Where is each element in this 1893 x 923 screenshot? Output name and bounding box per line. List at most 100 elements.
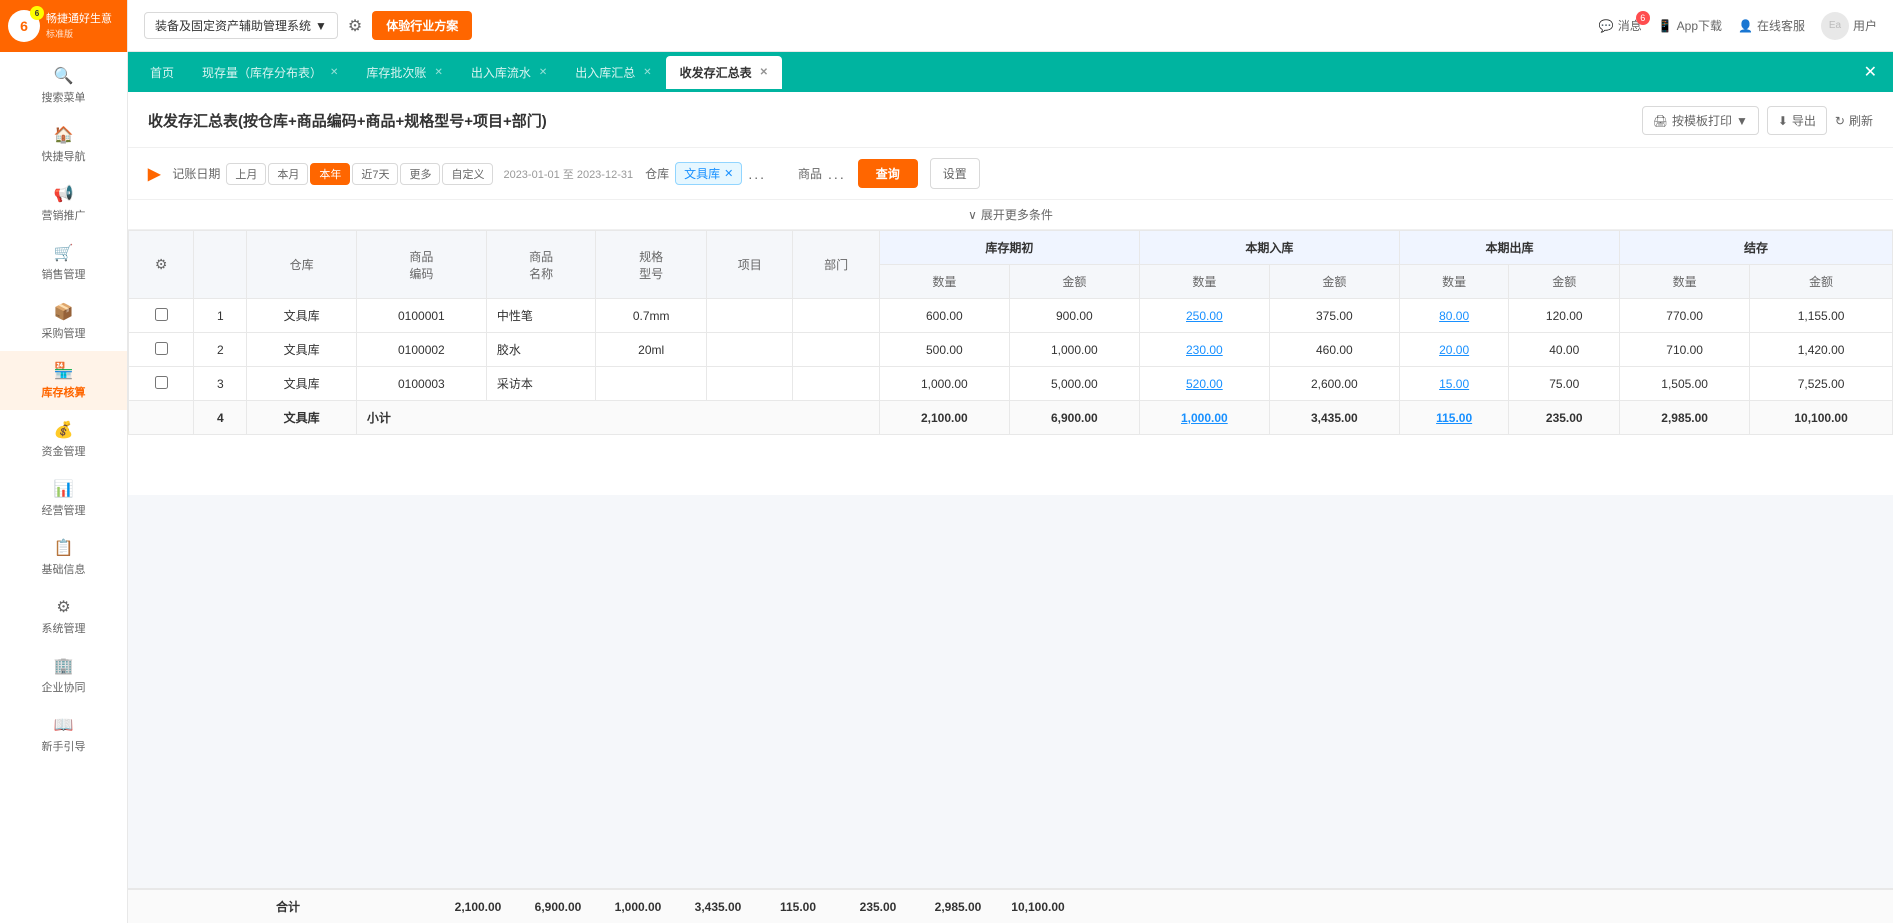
footer-label: 合计 [138, 898, 438, 915]
row-out-qty[interactable]: 20.00 [1399, 333, 1509, 367]
sidebar-item-quick[interactable]: 🏠 快捷导航 [0, 115, 127, 174]
col-sub-bal-qty: 数量 [1620, 265, 1750, 299]
date-btn-custom[interactable]: 自定义 [442, 163, 493, 185]
subtotal-out-qty[interactable]: 115.00 [1399, 401, 1509, 435]
export-button[interactable]: ⬇ 导出 [1767, 106, 1827, 135]
row-checkbox[interactable] [155, 342, 168, 355]
col-sub-out-amt: 金额 [1509, 265, 1620, 299]
row-in-qty[interactable]: 250.00 [1139, 299, 1269, 333]
sidebar-item-system[interactable]: ⚙ 系统管理 [0, 587, 127, 646]
service-icon: 👤 [1738, 19, 1753, 33]
system-title: 装备及固定资产辅助管理系统 [155, 17, 311, 34]
sidebar-item-inventory[interactable]: 🏪 库存核算 [0, 351, 127, 410]
sidebar-item-search[interactable]: 🔍 搜索菜单 [0, 56, 127, 115]
user-button[interactable]: Ea 用户 [1821, 12, 1877, 40]
refresh-button[interactable]: ↻ 刷新 [1835, 112, 1873, 129]
col-header-spec: 规格型号 [596, 231, 707, 299]
date-btn-more[interactable]: 更多 [400, 163, 440, 185]
warehouse-tag-value: 文具库 [684, 165, 720, 182]
sidebar-item-purchase[interactable]: 📦 采购管理 [0, 292, 127, 351]
date-btn-this-year[interactable]: 本年 [310, 163, 350, 185]
tab-batch[interactable]: 库存批次账 ✕ [352, 56, 456, 89]
sidebar-nav: 🔍 搜索菜单 🏠 快捷导航 📢 营销推广 🛒 销售管理 📦 采购管理 🏪 库存核… [0, 52, 127, 923]
tab-home[interactable]: 首页 [136, 56, 188, 89]
warehouse-ellipsis[interactable]: ... [748, 166, 766, 182]
query-button[interactable]: 查询 [858, 159, 918, 188]
tab-stock-summary[interactable]: 收发存汇总表 ✕ [666, 56, 782, 89]
goods-ellipsis[interactable]: ... [828, 166, 846, 182]
subtotal-warehouse: 文具库 [247, 401, 356, 435]
message-button[interactable]: 💬 消息 6 [1599, 17, 1642, 34]
row-checkbox[interactable] [155, 376, 168, 389]
filter-settings-button[interactable]: 设置 [930, 158, 980, 189]
sidebar-item-operation[interactable]: 📊 经营管理 [0, 469, 127, 528]
goods-label: 商品 [798, 165, 822, 182]
warehouse-tag-close[interactable]: ✕ [724, 167, 733, 180]
tab-inout-flow-close[interactable]: ✕ [539, 67, 547, 78]
settings-icon-topbar[interactable]: ⚙ [348, 16, 362, 36]
guide-icon: 📖 [54, 715, 74, 735]
row-checkbox-cell[interactable] [129, 333, 194, 367]
date-btn-last-month[interactable]: 上月 [226, 163, 266, 185]
row-code: 0100002 [356, 333, 486, 367]
logo-text-block: 畅捷通好生意 标准版 [46, 12, 112, 40]
main-area: 装备及固定资产辅助管理系统 ▼ ⚙ 体验行业方案 💬 消息 6 📱 App下载 … [128, 0, 1893, 923]
message-badge: 6 [1636, 11, 1650, 25]
sidebar-item-marketing[interactable]: 📢 营销推广 [0, 174, 127, 233]
row-in-qty[interactable]: 520.00 [1139, 367, 1269, 401]
subtotal-label: 小计 [356, 401, 879, 435]
row-in-amt: 460.00 [1269, 333, 1399, 367]
sidebar-item-basic-label: 基础信息 [42, 561, 86, 577]
row-checkbox-cell[interactable] [129, 299, 194, 333]
tab-stock-summary-close[interactable]: ✕ [760, 67, 768, 78]
row-dept [793, 367, 879, 401]
col-header-index [194, 231, 247, 299]
row-index: 2 [194, 333, 247, 367]
gear-icon[interactable]: ⚙ [155, 256, 168, 272]
sidebar-item-basic[interactable]: 📋 基础信息 [0, 528, 127, 587]
message-icon: 💬 [1599, 19, 1614, 33]
row-in-qty[interactable]: 230.00 [1139, 333, 1269, 367]
sidebar-item-finance[interactable]: 💰 资金管理 [0, 410, 127, 469]
sidebar-item-guide[interactable]: 📖 新手引导 [0, 705, 127, 764]
app-download-button[interactable]: 📱 App下载 [1658, 17, 1722, 34]
date-btn-this-month[interactable]: 本月 [268, 163, 308, 185]
date-btn-7days[interactable]: 近7天 [352, 163, 398, 185]
tab-bar: 首页 现存量（库存分布表） ✕ 库存批次账 ✕ 出入库流水 ✕ 出入库汇总 ✕ … [128, 52, 1893, 92]
row-out-qty[interactable]: 15.00 [1399, 367, 1509, 401]
tab-inventory-close[interactable]: ✕ [330, 67, 338, 78]
row-checkbox[interactable] [155, 308, 168, 321]
tab-inout-summary[interactable]: 出入库汇总 ✕ [561, 56, 665, 89]
col-header-warehouse: 仓库 [247, 231, 356, 299]
row-out-qty[interactable]: 80.00 [1399, 299, 1509, 333]
sidebar-item-enterprise[interactable]: 🏢 企业协同 [0, 646, 127, 705]
filter-area: ▶ 记账日期 上月 本月 本年 近7天 更多 自定义 2023-01-01 至 … [128, 148, 1893, 200]
tab-inventory[interactable]: 现存量（库存分布表） ✕ [188, 56, 352, 89]
footer-open-amt: 6,900.00 [518, 900, 598, 914]
sidebar-item-sales[interactable]: 🛒 销售管理 [0, 233, 127, 292]
print-button[interactable]: 🖨 按模板打印 ▼ [1642, 106, 1759, 135]
row-checkbox-cell[interactable] [129, 367, 194, 401]
subtotal-in-qty[interactable]: 1,000.00 [1139, 401, 1269, 435]
footer-bal-amt: 10,100.00 [998, 900, 1078, 914]
table-header-settings[interactable]: ⚙ [129, 231, 194, 299]
col-group-out: 本期出库 [1399, 231, 1619, 265]
tab-bar-close-all[interactable]: ✕ [1856, 62, 1885, 82]
sidebar-item-quick-label: 快捷导航 [42, 148, 86, 164]
system-selector[interactable]: 装备及固定资产辅助管理系统 ▼ [144, 12, 338, 39]
row-open-qty: 600.00 [879, 299, 1009, 333]
tab-inout-summary-close[interactable]: ✕ [643, 67, 651, 78]
print-icon: 🖨 [1653, 114, 1668, 128]
row-bal-amt: 7,525.00 [1750, 367, 1893, 401]
inventory-icon: 🏪 [54, 361, 74, 381]
subtotal-checkbox-cell [129, 401, 194, 435]
tab-inout-flow[interactable]: 出入库流水 ✕ [457, 56, 561, 89]
tab-batch-close[interactable]: ✕ [434, 67, 442, 78]
topbar: 装备及固定资产辅助管理系统 ▼ ⚙ 体验行业方案 💬 消息 6 📱 App下载 … [128, 0, 1893, 52]
col-sub-open-amt: 金额 [1009, 265, 1139, 299]
refresh-icon: ↻ [1835, 114, 1845, 128]
filter-toggle-button[interactable]: ▶ [148, 164, 160, 184]
expand-more-button[interactable]: ∨ 展开更多条件 [128, 200, 1893, 230]
online-service-button[interactable]: 👤 在线客服 [1738, 17, 1805, 34]
experience-button[interactable]: 体验行业方案 [372, 11, 472, 40]
